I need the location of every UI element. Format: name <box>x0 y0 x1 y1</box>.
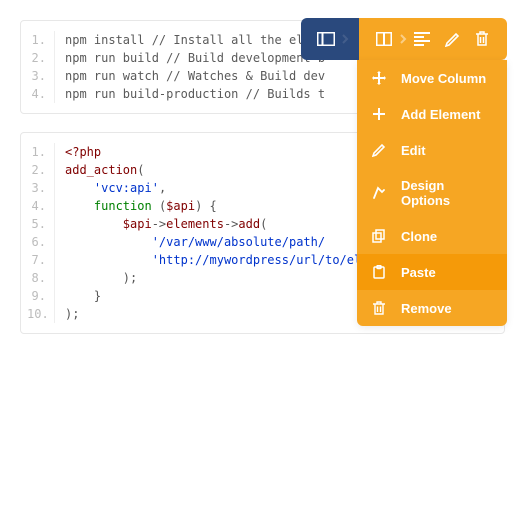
menu-item-label: Remove <box>401 301 452 316</box>
context-menu: Move Column Add Element Edit Design Options… <box>357 60 507 326</box>
menu-item-add[interactable]: Add Element <box>357 96 507 132</box>
code-content: npm install // Install all the eleme <box>65 31 325 49</box>
code-content: 'vcv:api', <box>65 179 166 197</box>
toolbar-left <box>301 18 359 60</box>
code-content: <?php <box>65 143 101 161</box>
code-content: } <box>65 287 101 305</box>
line-number: 1. <box>27 143 55 161</box>
code-content: '/var/www/absolute/path/ <box>65 233 325 251</box>
menu-item-label: Design Options <box>401 178 493 208</box>
move-icon <box>371 70 387 86</box>
add-icon <box>371 106 387 122</box>
pencil-icon[interactable] <box>439 26 465 52</box>
code-content: ); <box>65 305 79 323</box>
line-number: 10. <box>27 305 55 323</box>
line-number: 7. <box>27 251 55 269</box>
align-left-icon[interactable] <box>409 26 435 52</box>
menu-item-paste[interactable]: Paste <box>357 254 507 290</box>
menu-item-design[interactable]: Design Options <box>357 168 507 218</box>
code-content: npm run build // Build development b <box>65 49 325 67</box>
paste-icon <box>371 264 387 280</box>
menu-item-remove[interactable]: Remove <box>357 290 507 326</box>
line-number: 5. <box>27 215 55 233</box>
line-number: 3. <box>27 179 55 197</box>
toolbar-right <box>359 18 507 60</box>
menu-item-move[interactable]: Move Column <box>357 60 507 96</box>
menu-item-label: Add Element <box>401 107 480 122</box>
chevron-right-icon <box>399 34 407 44</box>
row-icon[interactable] <box>313 26 339 52</box>
line-number: 8. <box>27 269 55 287</box>
line-number: 6. <box>27 233 55 251</box>
code-content: npm run build-production // Builds t <box>65 85 325 103</box>
menu-item-clone[interactable]: Clone <box>357 218 507 254</box>
line-number: 2. <box>27 49 55 67</box>
line-number: 2. <box>27 161 55 179</box>
menu-item-label: Move Column <box>401 71 486 86</box>
menu-item-label: Paste <box>401 265 436 280</box>
column-icon[interactable] <box>371 26 397 52</box>
code-content: npm run watch // Watches & Build dev <box>65 67 325 85</box>
clone-icon <box>371 228 387 244</box>
line-number: 3. <box>27 67 55 85</box>
menu-item-edit[interactable]: Edit <box>357 132 507 168</box>
menu-item-label: Clone <box>401 229 437 244</box>
code-content: ); <box>65 269 137 287</box>
line-number: 1. <box>27 31 55 49</box>
edit-icon <box>371 142 387 158</box>
code-content: function ($api) { <box>65 197 217 215</box>
code-content: add_action( <box>65 161 144 179</box>
design-icon <box>371 185 387 201</box>
chevron-right-icon <box>341 34 349 44</box>
code-content: $api->elements->add( <box>65 215 267 233</box>
remove-icon <box>371 300 387 316</box>
menu-item-label: Edit <box>401 143 426 158</box>
trash-icon[interactable] <box>469 26 495 52</box>
toolbar <box>301 18 507 60</box>
line-number: 9. <box>27 287 55 305</box>
line-number: 4. <box>27 85 55 103</box>
line-number: 4. <box>27 197 55 215</box>
